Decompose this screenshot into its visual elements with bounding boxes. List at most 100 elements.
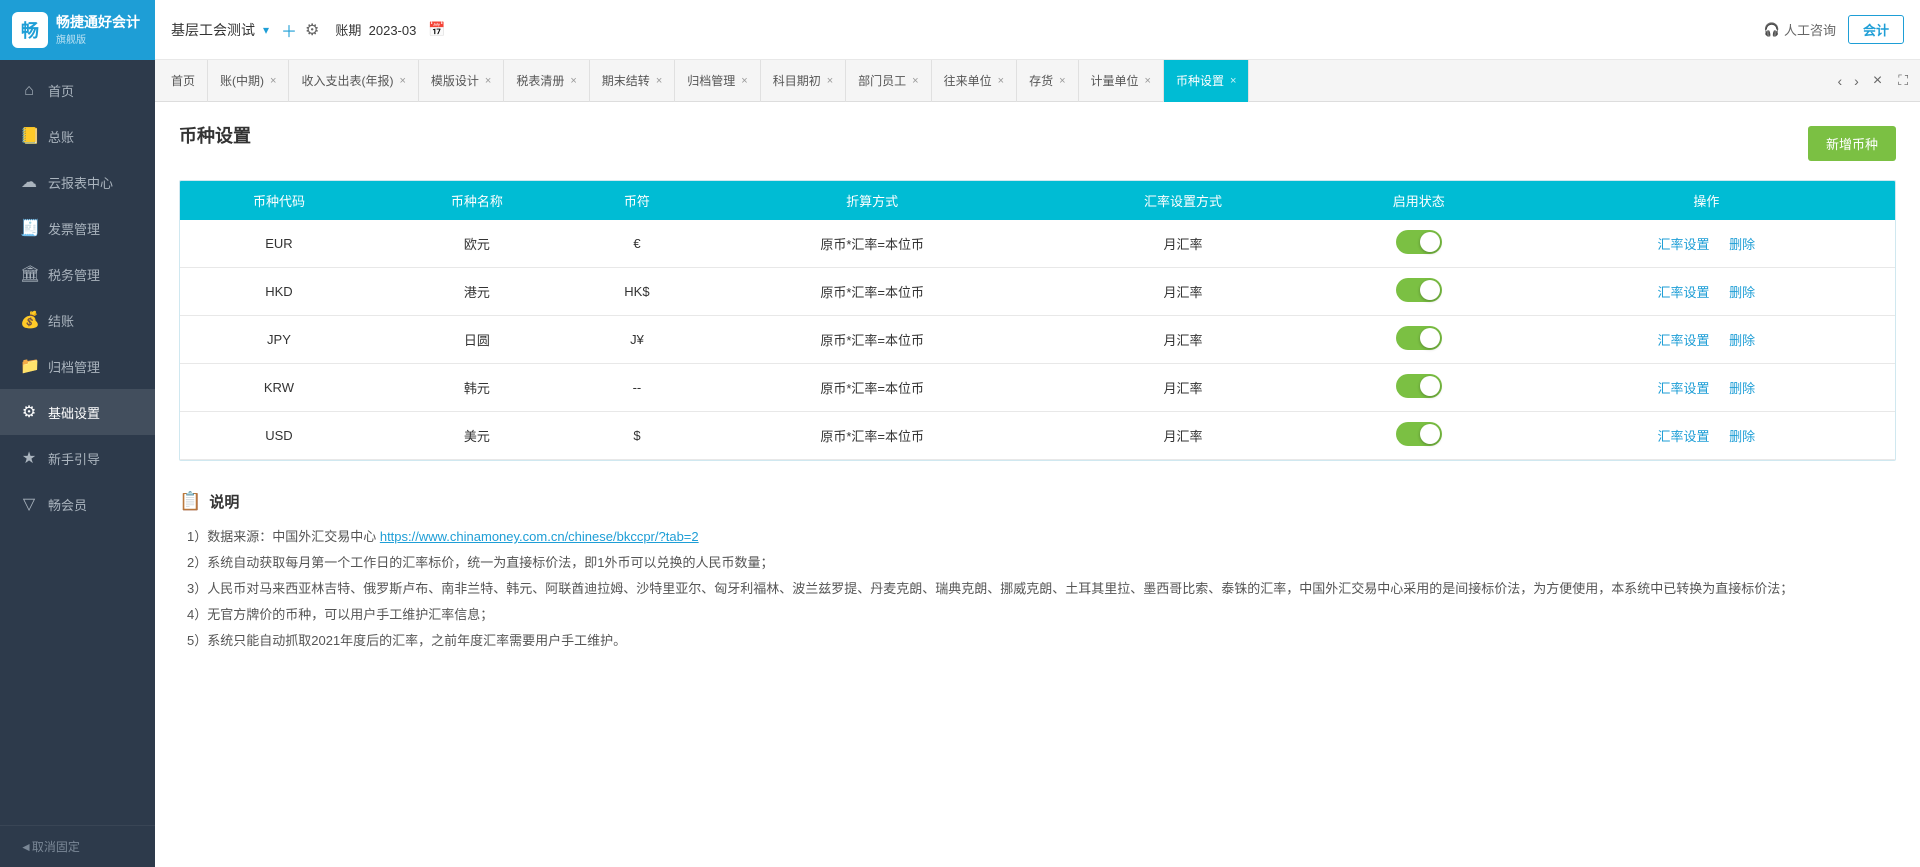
tab-close-dept[interactable]: × bbox=[912, 75, 918, 87]
tab-expand-btn[interactable]: ⛶ bbox=[1890, 68, 1916, 93]
tab-close-income[interactable]: × bbox=[399, 75, 405, 87]
cell-enabled bbox=[1320, 412, 1518, 460]
tab-archive[interactable]: 归档管理× bbox=[675, 60, 760, 102]
sidebar-item-archive[interactable]: 📁 归档管理 bbox=[0, 343, 155, 389]
tab-next-btn[interactable]: › bbox=[1848, 69, 1865, 93]
table-row: USD美元$原币*汇率=本位币月汇率 汇率设置 删除 bbox=[180, 412, 1895, 460]
sidebar-item-label-member: 畅会员 bbox=[48, 495, 87, 514]
rate-setting-link[interactable]: 汇率设置 bbox=[1658, 333, 1710, 348]
tab-home[interactable]: 首页 bbox=[159, 60, 208, 102]
tab-close-currency[interactable]: × bbox=[1230, 75, 1236, 87]
cell-actions: 汇率设置 删除 bbox=[1518, 364, 1895, 412]
sidebar-item-ledger[interactable]: 📒 总账 bbox=[0, 113, 155, 159]
main-area: 基层工会测试 ▾ ＋ ⚙ 账期 2023-03 📅 🎧 人工咨询 会计 首页账(… bbox=[155, 0, 1920, 867]
delete-link[interactable]: 删除 bbox=[1729, 285, 1755, 300]
sidebar-item-settlement[interactable]: 💰 结账 bbox=[0, 297, 155, 343]
cell-symbol: € bbox=[576, 220, 698, 268]
delete-link[interactable]: 删除 bbox=[1729, 333, 1755, 348]
tab-close-all-btn[interactable]: × bbox=[1865, 68, 1890, 94]
home-icon: ⌂ bbox=[20, 82, 38, 100]
sidebar-item-reports[interactable]: ☁ 云报表中心 bbox=[0, 159, 155, 205]
settlement-icon: 💰 bbox=[20, 310, 38, 330]
toggle-enabled[interactable] bbox=[1396, 230, 1442, 254]
tab-contacts[interactable]: 往来单位× bbox=[932, 60, 1017, 102]
tab-close-inventory[interactable]: × bbox=[1059, 75, 1065, 87]
account-btn[interactable]: 会计 bbox=[1848, 15, 1904, 44]
tab-tax[interactable]: 税表清册 × bbox=[504, 60, 589, 102]
sidebar-item-home[interactable]: ⌂ 首页 bbox=[0, 68, 155, 113]
cell-rate-type: 月汇率 bbox=[1046, 268, 1320, 316]
sidebar-item-settings[interactable]: ⚙ 基础设置 bbox=[0, 389, 155, 435]
tab-period-end[interactable]: 期末结转× bbox=[590, 60, 675, 102]
new-currency-btn[interactable]: 新增币种 bbox=[1808, 126, 1896, 161]
cell-name: 韩元 bbox=[378, 364, 576, 412]
tab-close-period-end[interactable]: × bbox=[656, 75, 662, 87]
add-company-btn[interactable]: ＋ bbox=[281, 18, 297, 42]
tab-inventory[interactable]: 存货 × bbox=[1017, 60, 1078, 102]
tab-close-subjects[interactable]: × bbox=[827, 75, 833, 87]
cell-name: 欧元 bbox=[378, 220, 576, 268]
tab-close-unit[interactable]: × bbox=[1145, 75, 1151, 87]
delete-link[interactable]: 删除 bbox=[1729, 429, 1755, 444]
logo: 畅 畅捷通好会计 旗舰版 bbox=[0, 0, 155, 60]
col-header-启用状态: 启用状态 bbox=[1320, 181, 1518, 220]
tab-close-interim[interactable]: × bbox=[270, 75, 276, 87]
company-name: 基层工会测试 bbox=[171, 20, 255, 40]
sidebar-unpin[interactable]: ◄取消固定 bbox=[0, 825, 155, 867]
tab-label-home: 首页 bbox=[171, 72, 195, 89]
rate-setting-link[interactable]: 汇率设置 bbox=[1658, 285, 1710, 300]
tab-interim[interactable]: 账(中期)× bbox=[208, 60, 289, 102]
sidebar-item-member[interactable]: ▽ 畅会员 bbox=[0, 481, 155, 527]
tab-income[interactable]: 收入支出表(年报)× bbox=[289, 60, 418, 102]
rate-setting-link[interactable]: 汇率设置 bbox=[1658, 381, 1710, 396]
sidebar-item-guide[interactable]: ★ 新手引导 bbox=[0, 435, 155, 481]
tab-label-inventory: 存货 bbox=[1029, 72, 1053, 89]
notes-source-link[interactable]: https://www.chinamoney.com.cn/chinese/bk… bbox=[380, 529, 699, 544]
tab-currency[interactable]: 币种设置× bbox=[1164, 60, 1249, 102]
rate-setting-link[interactable]: 汇率设置 bbox=[1658, 237, 1710, 252]
tab-unit[interactable]: 计量单位× bbox=[1079, 60, 1164, 102]
topbar-right: 🎧 人工咨询 会计 bbox=[1764, 15, 1904, 44]
sidebar-item-tax[interactable]: 🏛 税务管理 bbox=[0, 251, 155, 297]
toggle-enabled[interactable] bbox=[1396, 374, 1442, 398]
delete-link[interactable]: 删除 bbox=[1729, 381, 1755, 396]
cell-name: 港元 bbox=[378, 268, 576, 316]
content-area: 币种设置 新增币种 币种代码币种名称币符折算方式汇率设置方式启用状态操作 EUR… bbox=[155, 102, 1920, 867]
calendar-icon[interactable]: 📅 bbox=[428, 21, 445, 38]
table-row: HKD港元HK$原币*汇率=本位币月汇率 汇率设置 删除 bbox=[180, 268, 1895, 316]
cell-code: USD bbox=[180, 412, 378, 460]
toggle-enabled[interactable] bbox=[1396, 326, 1442, 350]
toggle-enabled[interactable] bbox=[1396, 278, 1442, 302]
delete-link[interactable]: 删除 bbox=[1729, 237, 1755, 252]
cell-calc: 原币*汇率=本位币 bbox=[698, 412, 1046, 460]
tabbar: 首页账(中期)×收入支出表(年报)×模版设计×税表清册×期末结转×归档管理×科目… bbox=[155, 60, 1920, 102]
settings-icon: ⚙ bbox=[20, 402, 38, 422]
tab-label-template: 模版设计 bbox=[431, 72, 479, 89]
logo-text: 畅捷通好会计 旗舰版 bbox=[56, 14, 140, 46]
tab-subjects[interactable]: 科目期初× bbox=[761, 60, 846, 102]
company-dropdown[interactable]: ▾ bbox=[263, 23, 269, 37]
col-header-币种代码: 币种代码 bbox=[180, 181, 378, 220]
toggle-knob bbox=[1420, 424, 1440, 444]
tab-close-template[interactable]: × bbox=[485, 75, 491, 87]
col-header-汇率设置方式: 汇率设置方式 bbox=[1046, 181, 1320, 220]
tab-prev-btn[interactable]: ‹ bbox=[1832, 69, 1849, 93]
support-btn[interactable]: 🎧 人工咨询 bbox=[1764, 20, 1836, 39]
table-row: KRW韩元--原币*汇率=本位币月汇率 汇率设置 删除 bbox=[180, 364, 1895, 412]
toggle-enabled[interactable] bbox=[1396, 422, 1442, 446]
tab-template[interactable]: 模版设计 × bbox=[419, 60, 504, 102]
tab-dept[interactable]: 部门员工× bbox=[846, 60, 931, 102]
rate-setting-link[interactable]: 汇率设置 bbox=[1658, 429, 1710, 444]
sidebar-item-invoice[interactable]: 🧾 发票管理 bbox=[0, 205, 155, 251]
tab-close-contacts[interactable]: × bbox=[998, 75, 1004, 87]
settings-gear-icon[interactable]: ⚙ bbox=[305, 20, 319, 40]
tab-close-tax[interactable]: × bbox=[570, 75, 576, 87]
notes-item: 5）系统只能自动抓取2021年度后的汇率，之前年度汇率需要用户手工维护。 bbox=[187, 628, 1896, 654]
currency-table: 币种代码币种名称币符折算方式汇率设置方式启用状态操作 EUR欧元€原币*汇率=本… bbox=[179, 180, 1896, 461]
cell-symbol: J¥ bbox=[576, 316, 698, 364]
period-label: 账期 2023-03 bbox=[335, 20, 416, 39]
tab-close-archive[interactable]: × bbox=[741, 75, 747, 87]
notes-item: 3）人民币对马来西亚林吉特、俄罗斯卢布、南非兰特、韩元、阿联酋迪拉姆、沙特里亚尔… bbox=[187, 576, 1896, 602]
sidebar-item-label-settlement: 结账 bbox=[48, 311, 74, 330]
tab-label-tax: 税表清册 bbox=[516, 72, 564, 89]
